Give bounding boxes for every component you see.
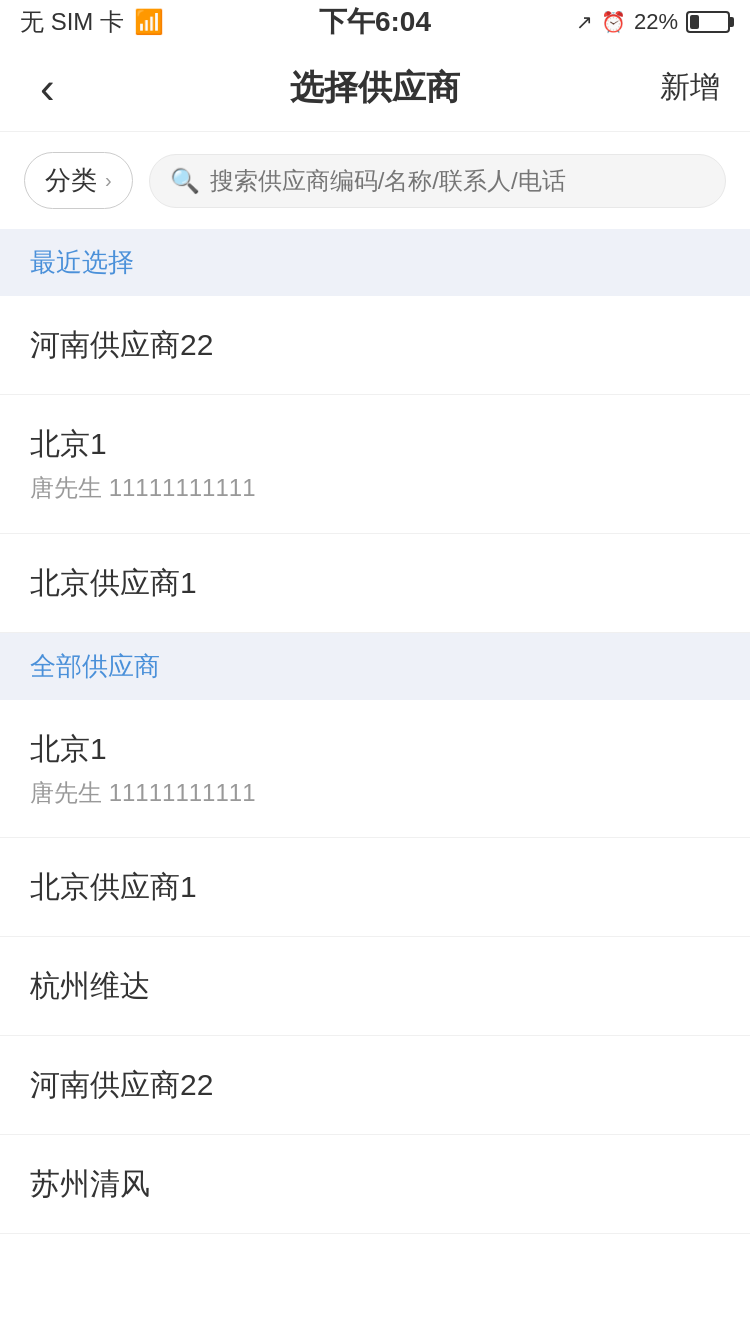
wifi-icon: 📶 [134,8,164,36]
all-section-label: 全部供应商 [30,651,160,681]
category-label: 分类 [45,163,97,198]
item-name: 北京1 [30,423,720,465]
list-item[interactable]: 杭州维达 [0,937,750,1036]
category-button[interactable]: 分类 › [24,152,133,209]
search-input[interactable] [210,167,705,195]
battery-percent: 22% [634,9,678,35]
list-item[interactable]: 北京1 唐先生 11111111111 [0,700,750,839]
list-item[interactable]: 苏州清风 [0,1135,750,1234]
back-button[interactable]: ‹ [30,53,65,123]
list-item[interactable]: 北京供应商1 [0,838,750,937]
search-box: 🔍 [149,154,726,208]
list-item[interactable]: 河南供应商22 [0,296,750,395]
item-name: 北京1 [30,728,720,770]
item-sub: 唐先生 11111111111 [30,471,720,505]
recent-section-header: 最近选择 [0,229,750,296]
item-name: 北京供应商1 [30,562,720,604]
alarm-icon: ⏰ [601,10,626,34]
recent-list: 河南供应商22 北京1 唐先生 11111111111 北京供应商1 [0,296,750,633]
list-item[interactable]: 河南供应商22 [0,1036,750,1135]
item-name: 杭州维达 [30,965,720,1007]
status-time: 下午6:04 [319,3,431,41]
location-icon: ↗ [576,10,593,34]
item-name: 北京供应商1 [30,866,720,908]
all-list: 北京1 唐先生 11111111111 北京供应商1 杭州维达河南供应商22 苏州清风 [0,700,750,1235]
list-item[interactable]: 北京供应商1 [0,534,750,633]
nav-bar: ‹ 选择供应商 新增 [0,44,750,132]
status-right: ↗ ⏰ 22% [576,9,730,35]
recent-section-label: 最近选择 [30,247,134,277]
item-name: 河南供应商22 [30,1064,720,1106]
list-item[interactable]: 北京1 唐先生 11111111111 [0,395,750,534]
item-sub: 唐先生 11111111111 [30,776,720,810]
filter-bar: 分类 › 🔍 [0,132,750,229]
chevron-right-icon: › [105,169,112,192]
status-left: 无 SIM 卡 📶 [20,6,164,38]
item-name: 河南供应商22 [30,324,720,366]
search-icon: 🔍 [170,167,200,195]
add-button[interactable]: 新增 [660,67,720,108]
item-name: 苏州清风 [30,1163,720,1205]
all-section-header: 全部供应商 [0,633,750,700]
battery-icon [686,11,730,33]
page-title: 选择供应商 [290,65,460,111]
status-bar: 无 SIM 卡 📶 下午6:04 ↗ ⏰ 22% [0,0,750,44]
sim-label: 无 SIM 卡 [20,6,124,38]
